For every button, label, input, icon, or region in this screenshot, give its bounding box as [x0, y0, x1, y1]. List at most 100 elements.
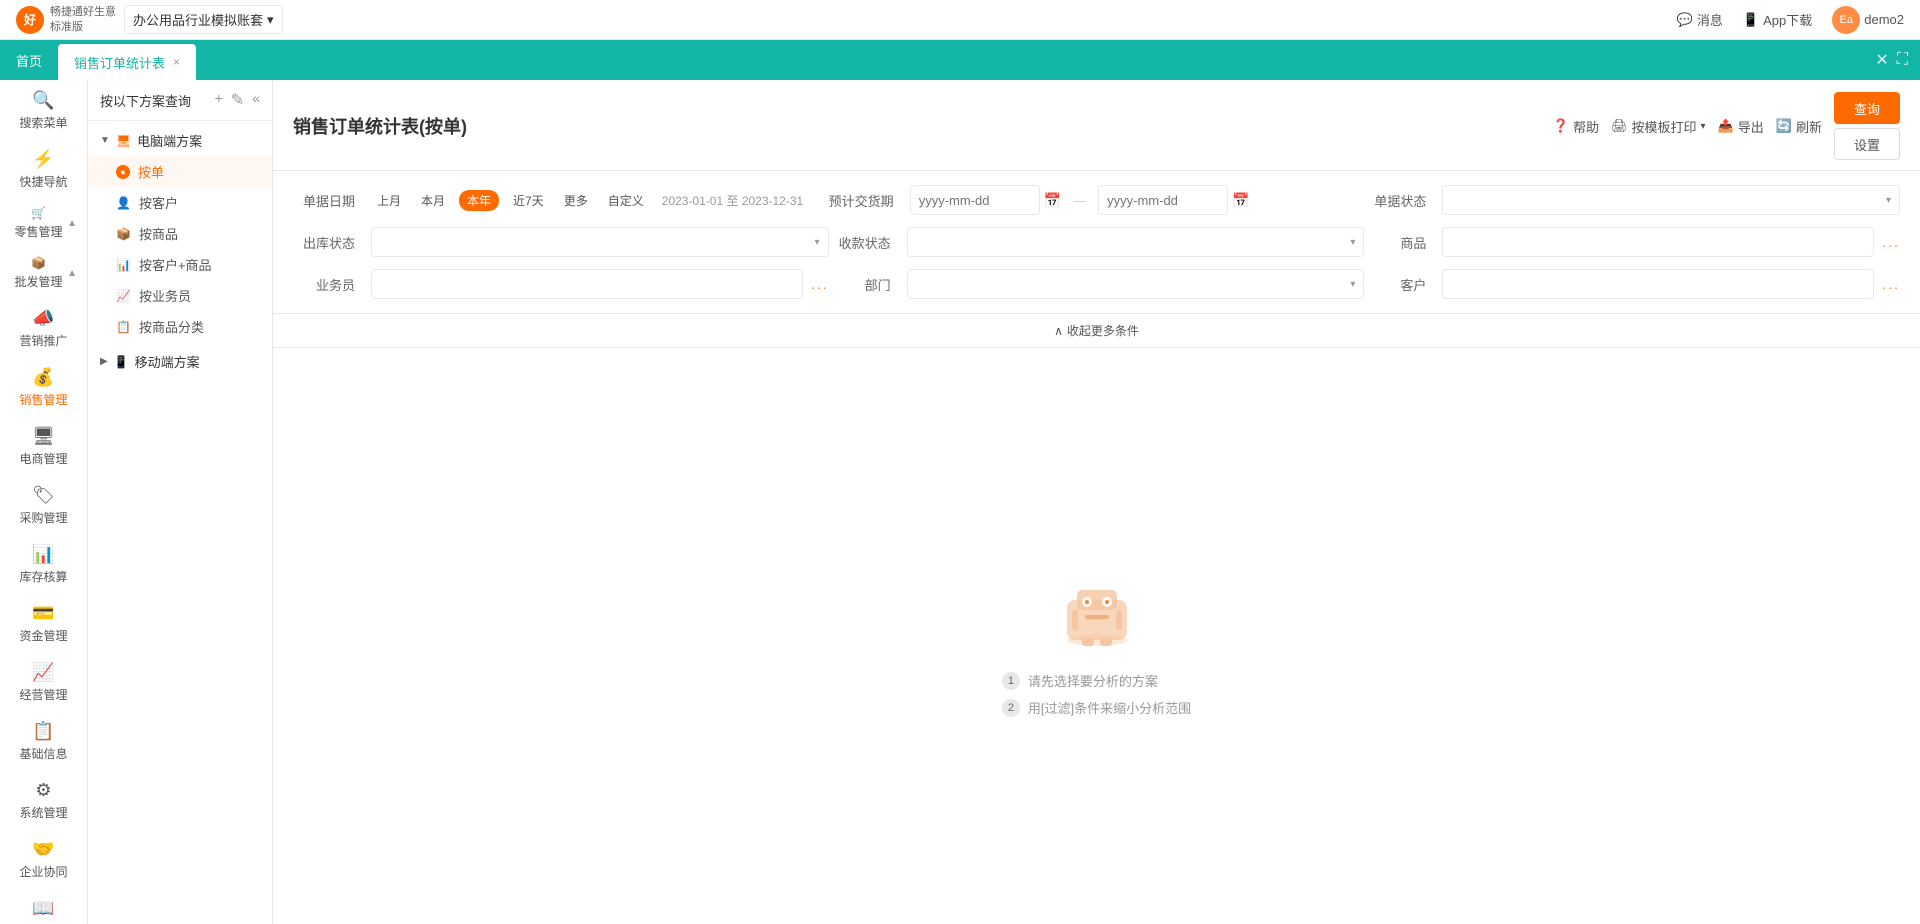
edit-scheme-icon[interactable]: ✎	[231, 90, 244, 110]
shortcut-this-year[interactable]: 本年	[459, 190, 499, 211]
app-download-btn[interactable]: 📱 App下载	[1743, 10, 1812, 29]
scheme-item-by-salesman[interactable]: 📈 按业务员	[88, 280, 272, 311]
empty-hint-1: 1 请先选择要分析的方案	[1002, 671, 1191, 690]
filter-status-section: 单据状态 ▾	[1364, 185, 1900, 215]
quick-nav-icon: ⚡	[32, 149, 54, 170]
query-button[interactable]: 查询	[1834, 92, 1900, 124]
sidebar-item-basic[interactable]: 📋 基础信息	[0, 711, 87, 770]
tab-sales-order-summary[interactable]: 销售订单统计表 ×	[58, 44, 196, 80]
sidebar-item-finance[interactable]: 💳 资金管理	[0, 593, 87, 652]
tab-bar: 首页 销售订单统计表 × ✕ ⛶	[0, 40, 1920, 80]
calendar-start-icon[interactable]: 📅	[1044, 192, 1061, 209]
scheme-group-mobile-header[interactable]: ▶ 📱 移动端方案	[88, 346, 272, 377]
status-label: 单据状态	[1364, 191, 1434, 210]
sidebar-item-quick-nav[interactable]: ⚡ 快捷导航	[0, 139, 87, 198]
page-title: 销售订单统计表(按单)	[293, 113, 467, 139]
dept-select[interactable]: ▾	[907, 269, 1365, 299]
inventory-icon: 📊	[32, 544, 54, 565]
message-btn[interactable]: 💬 消息	[1677, 10, 1723, 29]
close-window-icon[interactable]: ✕	[1875, 50, 1888, 70]
system-icon: ⚙	[35, 780, 51, 801]
add-scheme-icon[interactable]: +	[215, 90, 223, 110]
scheme-group-pc-header[interactable]: ▼ 🖥 电脑端方案	[88, 125, 272, 156]
help-icon: ❓	[1553, 118, 1569, 134]
print-arrow-icon: ▾	[1701, 121, 1706, 132]
sidebar-item-system[interactable]: ⚙ 系统管理	[0, 770, 87, 829]
help-btn[interactable]: ❓ 帮助	[1553, 117, 1599, 136]
out-status-select[interactable]: ▾	[371, 227, 829, 257]
chevron-down-icon: ▾	[267, 12, 274, 28]
basic-icon: 📋	[32, 721, 54, 742]
export-btn[interactable]: 📤 导出	[1718, 117, 1764, 136]
sidebar-item-enterprise[interactable]: 🤝 企业协同	[0, 829, 87, 888]
sidebar-item-retail[interactable]: 🛒 零售管理 ▲	[0, 198, 87, 248]
expected-date-start-input[interactable]	[910, 185, 1040, 215]
status-select[interactable]: ▾	[1442, 185, 1900, 215]
tab-home[interactable]: 首页	[0, 40, 58, 80]
scheme-item-by-category[interactable]: 📋 按商品分类	[88, 311, 272, 342]
receipt-status-select[interactable]: ▾	[907, 227, 1365, 257]
sidebar-item-inventory[interactable]: 📊 库存核算	[0, 534, 87, 593]
date-divider: —	[1069, 193, 1090, 208]
sidebar-item-sales[interactable]: 💰 销售管理	[0, 357, 87, 416]
sales-icon: 💰	[32, 367, 54, 388]
company-selector[interactable]: 办公用品行业模拟账套 ▾	[124, 5, 283, 34]
message-icon: 💬	[1677, 12, 1693, 28]
empty-hint-2: 2 用[过滤]条件来缩小分析范围	[1002, 698, 1191, 717]
user-area[interactable]: Ea demo2	[1832, 6, 1904, 34]
shortcut-7days[interactable]: 近7天	[507, 190, 550, 211]
sidebar-item-operations[interactable]: 📈 经营管理	[0, 652, 87, 711]
collapse-text: ∧ 收起更多条件	[1054, 322, 1139, 339]
tab-bar-right: ✕ ⛶	[1875, 50, 1920, 70]
sidebar-item-guide[interactable]: 📖 新手引导	[0, 888, 87, 924]
avatar: Ea	[1832, 6, 1860, 34]
collapse-panel-icon[interactable]: «	[252, 90, 260, 110]
customer-more-icon[interactable]: ...	[1882, 276, 1900, 292]
top-bar: 好 畅捷通好生意 标准版 办公用品行业模拟账套 ▾ 💬 消息 📱 App下载 E…	[0, 0, 1920, 40]
filter-expected-date-section: 预计交货期 📅 — 📅	[829, 185, 1365, 215]
salesman-input[interactable]	[371, 269, 803, 299]
scheme-item-by-order[interactable]: ● 按单	[88, 156, 272, 187]
sidebar-item-marketing[interactable]: 📣 营销推广	[0, 298, 87, 357]
retail-icon: 🛒	[31, 206, 46, 220]
fullscreen-icon[interactable]: ⛶	[1897, 51, 1908, 69]
refresh-btn[interactable]: 🔄 刷新	[1776, 117, 1822, 136]
marketing-icon: 📣	[32, 308, 54, 329]
salesman-more-icon[interactable]: ...	[811, 276, 829, 292]
calendar-end-icon[interactable]: 📅	[1232, 192, 1249, 209]
logo-icon: 好	[16, 6, 44, 34]
shortcut-more[interactable]: 更多	[558, 190, 594, 211]
expected-date-end-input[interactable]	[1098, 185, 1228, 215]
page-header: 销售订单统计表(按单) ❓ 帮助 🖨 按模板打印 ▾ 📤 导出 🔄 刷新	[273, 80, 1920, 171]
product-input[interactable]	[1442, 227, 1874, 257]
empty-hints: 1 请先选择要分析的方案 2 用[过滤]条件来缩小分析范围	[1002, 671, 1191, 717]
sidebar-item-wholesale[interactable]: 📦 批发管理 ▲	[0, 248, 87, 298]
product-more-icon[interactable]: ...	[1882, 234, 1900, 250]
settings-button[interactable]: 设置	[1834, 128, 1900, 160]
scheme-item-by-product[interactable]: 📦 按商品	[88, 218, 272, 249]
shortcut-custom[interactable]: 自定义	[602, 190, 650, 211]
template-print-btn[interactable]: 🖨 按模板打印 ▾	[1611, 117, 1706, 136]
refresh-icon: 🔄	[1776, 118, 1792, 134]
collapse-bar[interactable]: ∧ 收起更多条件	[273, 314, 1920, 348]
sidebar-item-purchase[interactable]: 🏷 采购管理	[0, 475, 87, 534]
retail-expand-icon: ▲	[67, 218, 77, 229]
export-icon: 📤	[1718, 118, 1734, 134]
date-label: 单据日期	[293, 191, 363, 210]
dept-label: 部门	[829, 275, 899, 294]
scheme-item-by-customer[interactable]: 👤 按客户	[88, 187, 272, 218]
collapse-icon: ∧	[1054, 324, 1063, 338]
salesman-scheme-icon: 📈	[116, 289, 131, 303]
sidebar-item-ecommerce[interactable]: 🖥 电商管理	[0, 416, 87, 475]
action-buttons: 查询 设置	[1834, 92, 1900, 160]
tab-close-icon[interactable]: ×	[173, 55, 180, 69]
shortcut-this-month[interactable]: 本月	[415, 190, 451, 211]
wholesale-icon: 📦	[31, 256, 46, 270]
shortcut-last-month[interactable]: 上月	[371, 190, 407, 211]
print-icon: 🖨	[1611, 118, 1628, 134]
filter-receipt-status-section: 收款状态 ▾	[829, 227, 1365, 257]
scheme-item-by-customer-product[interactable]: 📊 按客户+商品	[88, 249, 272, 280]
top-bar-right: 💬 消息 📱 App下载 Ea demo2	[1677, 6, 1904, 34]
sidebar-item-search[interactable]: 🔍 搜索菜单	[0, 80, 87, 139]
customer-input[interactable]	[1442, 269, 1874, 299]
